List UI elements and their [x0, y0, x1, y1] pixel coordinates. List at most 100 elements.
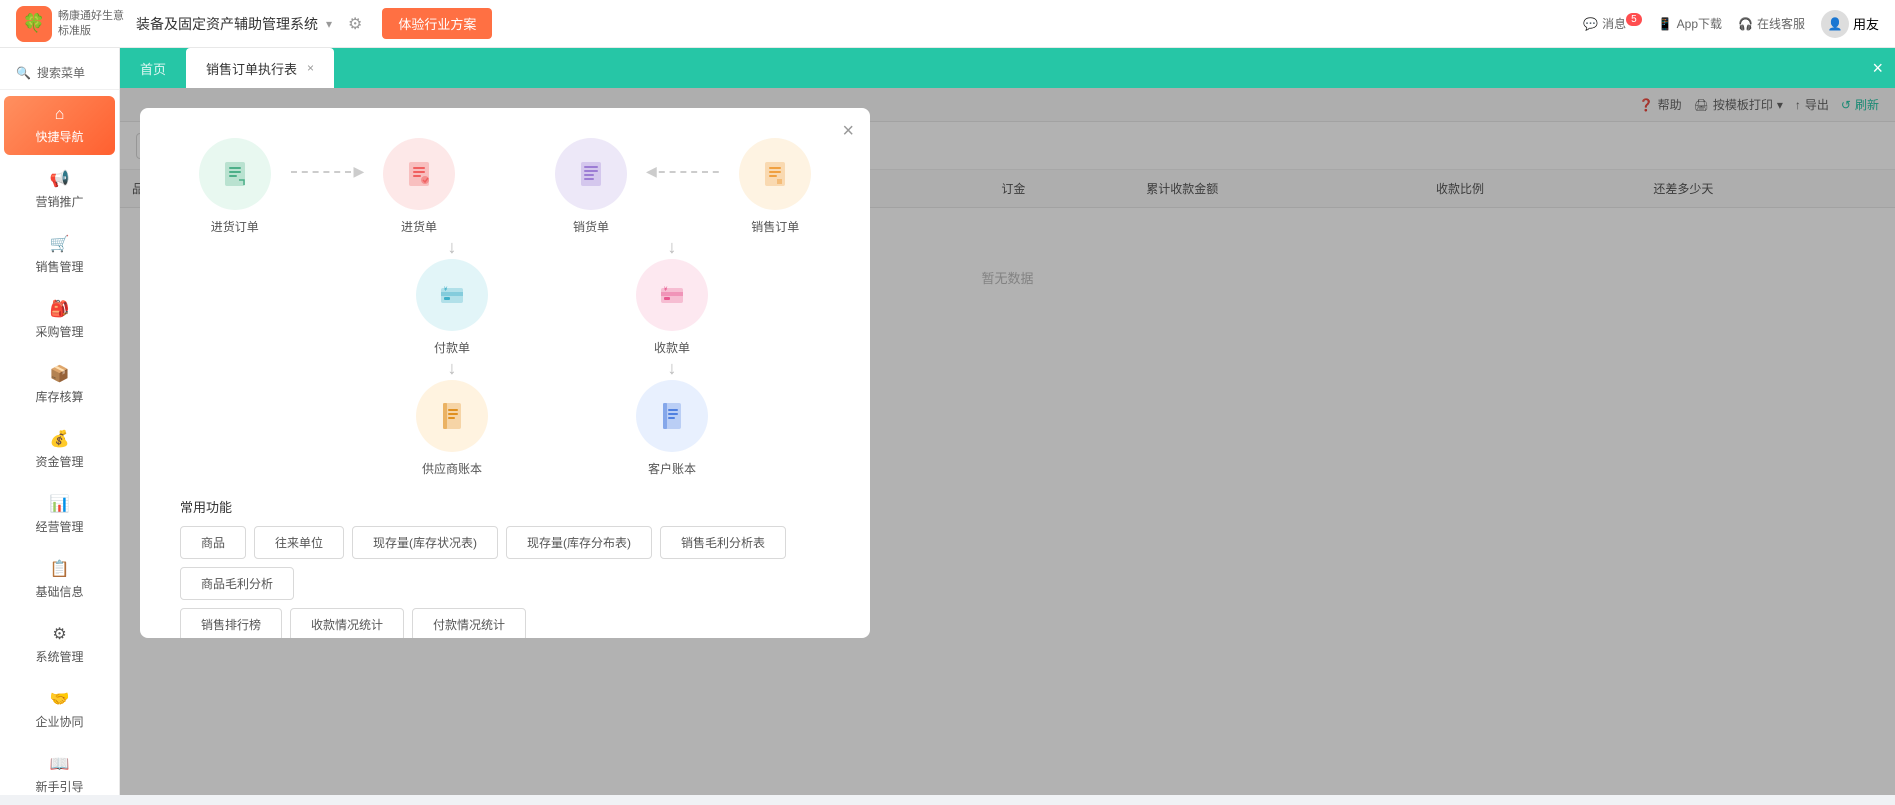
sidebar-item-system[interactable]: ⚙ 系统管理 [4, 614, 115, 675]
sidebar-item-quick-nav[interactable]: ⌂ 快捷导航 [4, 96, 115, 155]
func-btn-stock-status[interactable]: 现存量(库存状况表) [352, 526, 498, 559]
system-icon: ⚙ [52, 624, 66, 644]
sales-order-label: 销售订单 [751, 218, 799, 235]
sidebar-item-label: 销售管理 [35, 258, 83, 275]
func-btn-product[interactable]: 商品 [180, 526, 246, 559]
message-icon: 💬 [1583, 17, 1598, 31]
flow-node-sales-bill: 销货单 [536, 138, 645, 235]
guide-close-button[interactable]: × [842, 120, 854, 143]
func-btn-sales-margin[interactable]: 销售毛利分析表 [660, 526, 786, 559]
message-action[interactable]: 💬 消息 5 [1583, 15, 1642, 32]
receipt-label: 收款单 [654, 339, 690, 356]
func-btn-collection-stat[interactable]: 收款情况统计 [290, 608, 404, 638]
sidebar-item-new-guide[interactable]: 📖 新手引导 [4, 744, 115, 805]
spacer-mid-2 [522, 356, 602, 380]
content-area: 首页 销售订单执行表 × × ❓ 帮助 🖨 按模板打印 ▾ [120, 48, 1895, 795]
arrow-purchase-order-to-bill: ▶ [289, 163, 364, 210]
user-avatar: 👤 [1821, 10, 1849, 38]
tab-sales-order[interactable]: 销售订单执行表 × [186, 48, 334, 88]
sidebar-item-label: 系统管理 [35, 648, 83, 665]
app-download-action[interactable]: 📱 App下载 [1658, 15, 1722, 32]
func-btn-product-margin[interactable]: 商品毛利分析 [180, 567, 294, 600]
flow-node-customer-ledger: 客户账本 [602, 380, 742, 477]
func-btn-stock-dist[interactable]: 现存量(库存分布表) [506, 526, 652, 559]
flow-node-supplier-ledger: 供应商账本 [382, 380, 522, 477]
arrow-head-right: ▶ [353, 163, 364, 180]
sidebar-item-label: 新手引导 [35, 778, 83, 795]
logo-text: 畅康通好生意 标准版 [58, 9, 124, 38]
sidebar-item-cooperation[interactable]: 🤝 企业协同 [4, 679, 115, 740]
sidebar-item-label: 库存核算 [35, 388, 83, 405]
down-arrow-purchase: ↓ [382, 235, 522, 259]
close-all-tabs-icon[interactable]: × [1860, 58, 1895, 79]
download-icon: 📱 [1658, 17, 1673, 31]
tab-close-icon[interactable]: × [307, 61, 314, 75]
finance-icon: 💰 [50, 429, 70, 449]
search-menu[interactable]: 🔍 搜索菜单 [0, 56, 119, 90]
guide-overlay: × [120, 88, 1895, 795]
spacer-left [180, 235, 320, 259]
sidebar-item-label: 资金管理 [35, 453, 83, 470]
payment-icon: ¥ [416, 259, 488, 331]
header-right: 💬 消息 5 📱 App下载 🎧 在线客服 👤 用友 [1583, 10, 1879, 38]
user-name: 用友 [1853, 14, 1879, 33]
system-dropdown-icon[interactable]: ▾ [326, 17, 332, 31]
sidebar-item-label: 企业协同 [35, 713, 83, 730]
quick-nav-icon: ⌂ [55, 106, 65, 124]
basic-info-icon: 📋 [50, 559, 70, 579]
sidebar-item-label: 快捷导航 [35, 128, 83, 145]
sidebar-item-sales[interactable]: 🛒 销售管理 [4, 224, 115, 285]
service-icon: 🎧 [1738, 17, 1753, 31]
common-functions: 常用功能 商品 往来单位 现存量(库存状况表) 现存量(库存分布表) 销售毛利分… [180, 497, 830, 638]
online-service-action[interactable]: 🎧 在线客服 [1738, 15, 1805, 32]
marketing-icon: 📢 [50, 169, 70, 189]
sidebar-item-marketing[interactable]: 📢 营销推广 [4, 159, 115, 220]
sidebar-item-purchase[interactable]: 🎒 采购管理 [4, 289, 115, 350]
guide-panel: × [140, 108, 870, 638]
flow-arrows-row: ↓ ↓ [180, 235, 830, 259]
flow-node-purchase-bill: 进货单 [364, 138, 473, 235]
sidebar-item-inventory[interactable]: 📦 库存核算 [4, 354, 115, 415]
common-functions-title: 常用功能 [180, 497, 830, 516]
sidebar-item-finance[interactable]: 💰 资金管理 [4, 419, 115, 480]
app-download-label: App下载 [1677, 15, 1722, 32]
user-section[interactable]: 👤 用友 [1821, 10, 1879, 38]
arrow-down-purchase: ↓ [448, 235, 457, 259]
sales-bill-label: 销货单 [573, 218, 609, 235]
flow-row-2: ¥ 付款单 [180, 259, 830, 356]
tab-home[interactable]: 首页 [120, 48, 186, 88]
func-btn-partner[interactable]: 往来单位 [254, 526, 344, 559]
down-arrow-receipt: ↓ [602, 356, 742, 380]
operations-icon: 📊 [50, 494, 70, 514]
purchase-order-label: 进货订单 [211, 218, 259, 235]
sidebar-item-label: 经营管理 [35, 518, 83, 535]
spacer-arrow [320, 235, 382, 259]
down-arrow-sales: ↓ [602, 235, 742, 259]
receipt-icon: ¥ [636, 259, 708, 331]
top-header: 🍀 畅康通好生意 标准版 装备及固定资产辅助管理系统 ▾ ⚙ 体验行业方案 💬 … [0, 0, 1895, 48]
logo-icon: 🍀 [16, 6, 52, 42]
arrow-down-payment: ↓ [448, 356, 457, 380]
tabs-bar: 首页 销售订单执行表 × × [120, 48, 1895, 88]
inventory-icon: 📦 [50, 364, 70, 384]
func-btn-sales-rank[interactable]: 销售排行榜 [180, 608, 282, 638]
tab-sales-order-label: 销售订单执行表 [206, 59, 297, 78]
message-label: 消息 [1602, 15, 1626, 32]
flow-node-purchase-order: 进货订单 [180, 138, 289, 235]
sidebar-item-basic-info[interactable]: 📋 基础信息 [4, 549, 115, 610]
page-content: ❓ 帮助 🖨 按模板打印 ▾ ↑ 导出 ↺ 刷新 [120, 88, 1895, 795]
func-btn-row-2: 销售排行榜 收款情况统计 付款情况统计 [180, 608, 830, 638]
arrow-head-left: ▶ [646, 163, 657, 180]
trial-button[interactable]: 体验行业方案 [382, 8, 492, 39]
customer-ledger-label: 客户账本 [648, 460, 696, 477]
func-btn-payment-stat[interactable]: 付款情况统计 [412, 608, 526, 638]
system-title: 装备及固定资产辅助管理系统 ▾ ⚙ 体验行业方案 [136, 8, 1583, 39]
settings-icon[interactable]: ⚙ [348, 14, 362, 34]
flow-arrows-row-2: ↓ ↓ [180, 356, 830, 380]
payment-label: 付款单 [434, 339, 470, 356]
online-service-label: 在线客服 [1757, 15, 1805, 32]
sidebar-item-operations[interactable]: 📊 经营管理 [4, 484, 115, 545]
flow-row-1: 进货订单 ▶ [180, 138, 830, 235]
message-badge: 5 [1626, 13, 1642, 26]
purchase-icon: 🎒 [50, 299, 70, 319]
